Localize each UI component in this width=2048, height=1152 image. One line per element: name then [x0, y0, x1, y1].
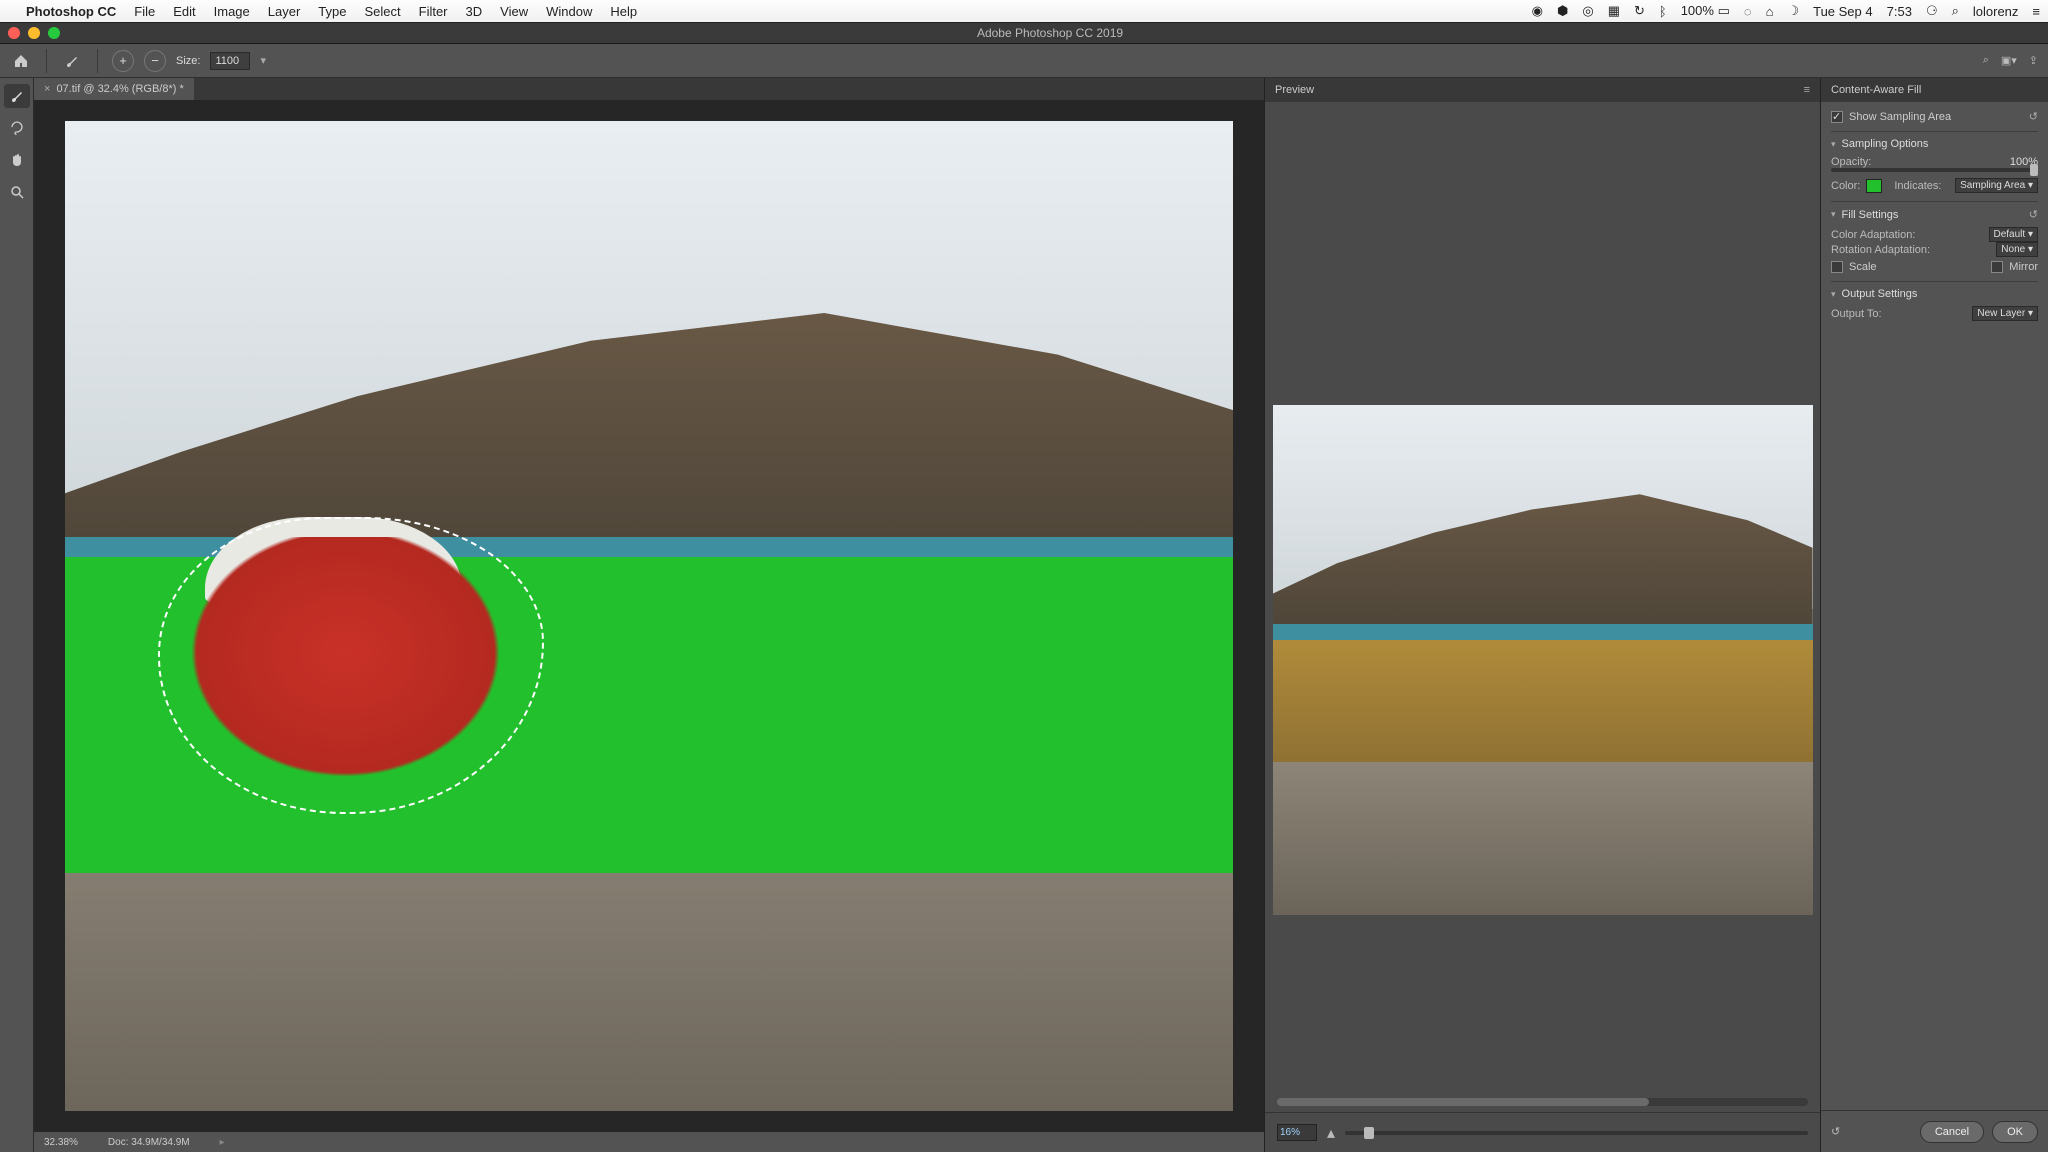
- menu-layer[interactable]: Layer: [268, 4, 301, 19]
- sampling-brush-icon[interactable]: [61, 50, 83, 72]
- subtract-mode-button[interactable]: −: [144, 50, 166, 72]
- menu-help[interactable]: Help: [610, 4, 637, 19]
- menu-type[interactable]: Type: [318, 4, 346, 19]
- window-close-button[interactable]: [8, 27, 20, 39]
- status-ps-icon[interactable]: ▦: [1608, 3, 1620, 19]
- lasso-tool[interactable]: [4, 116, 30, 140]
- home-button[interactable]: [10, 50, 32, 72]
- share-icon[interactable]: ⇪: [2029, 54, 2038, 67]
- brush-size-input[interactable]: [210, 52, 250, 70]
- window-minimize-button[interactable]: [28, 27, 40, 39]
- chevron-down-icon: ▾: [1831, 139, 1836, 150]
- preview-scrollbar[interactable]: [1277, 1098, 1808, 1106]
- window-titlebar: Adobe Photoshop CC 2019: [0, 22, 2048, 44]
- content-aware-fill-panel: Content-Aware Fill Show Sampling Area ↺ …: [1820, 78, 2048, 1152]
- sampling-reset-icon[interactable]: ↺: [2029, 110, 2038, 123]
- status-display-icon[interactable]: ◌: [1744, 4, 1752, 19]
- status-bluetooth-icon[interactable]: ᛒ: [1659, 4, 1667, 19]
- show-sampling-label: Show Sampling Area: [1849, 111, 1951, 123]
- chevron-down-icon: ▾: [1831, 289, 1836, 300]
- scale-checkbox[interactable]: [1831, 261, 1843, 273]
- show-sampling-checkbox[interactable]: [1831, 111, 1843, 123]
- preview-panel-menu-icon[interactable]: ≡: [1804, 84, 1810, 96]
- window-traffic-lights: [8, 27, 60, 39]
- document-tab-label: 07.tif @ 32.4% (RGB/8*) *: [56, 83, 183, 95]
- status-dnd-icon[interactable]: ☽: [1787, 3, 1799, 19]
- status-doc-size[interactable]: Doc: 34.9M/34.9M: [108, 1137, 190, 1148]
- output-to-label: Output To:: [1831, 308, 1882, 320]
- status-zoom[interactable]: 32.38%: [44, 1137, 78, 1148]
- sampling-brush-tool[interactable]: [4, 84, 30, 108]
- document-status-bar: 32.38% Doc: 34.9M/34.9M ▸: [34, 1132, 1264, 1152]
- menu-image[interactable]: Image: [214, 4, 250, 19]
- document-canvas[interactable]: [65, 121, 1233, 1111]
- macos-menubar: Photoshop CC File Edit Image Layer Type …: [0, 0, 2048, 22]
- status-battery[interactable]: 100% ▭: [1681, 3, 1730, 19]
- menu-edit[interactable]: Edit: [173, 4, 195, 19]
- hand-tool[interactable]: [4, 148, 30, 172]
- ok-button[interactable]: OK: [1992, 1121, 2038, 1143]
- status-date[interactable]: Tue Sep 4: [1813, 4, 1873, 19]
- status-shield-icon[interactable]: ◉: [1532, 3, 1543, 19]
- size-label: Size:: [176, 55, 200, 67]
- tools-panel: [0, 78, 34, 1152]
- opacity-label: Opacity:: [1831, 156, 1871, 168]
- status-home-icon[interactable]: ⌂: [1766, 4, 1774, 19]
- menu-select[interactable]: Select: [364, 4, 400, 19]
- caf-reset-icon[interactable]: ↺: [1831, 1125, 1840, 1138]
- app-name[interactable]: Photoshop CC: [26, 4, 116, 19]
- mirror-label: Mirror: [2009, 261, 2038, 273]
- size-dropdown-icon[interactable]: ▾: [260, 54, 266, 67]
- menu-3d[interactable]: 3D: [466, 4, 483, 19]
- color-adaptation-label: Color Adaptation:: [1831, 229, 1915, 241]
- output-settings-header[interactable]: ▾ Output Settings: [1831, 288, 2038, 300]
- chevron-down-icon: ▾: [1831, 209, 1836, 220]
- preview-panel-title: Preview: [1275, 84, 1314, 96]
- scale-label: Scale: [1849, 261, 1877, 273]
- color-label: Color:: [1831, 180, 1860, 192]
- fill-settings-header[interactable]: ▾ Fill Settings ↺: [1831, 208, 2038, 221]
- opacity-slider[interactable]: [1831, 168, 2038, 172]
- color-adaptation-dropdown[interactable]: Default ▾: [1989, 227, 2039, 242]
- rotation-adaptation-dropdown[interactable]: None ▾: [1996, 242, 2038, 257]
- indicates-dropdown[interactable]: Sampling Area ▾: [1955, 178, 2038, 193]
- workspace-switcher-icon[interactable]: ▣▾: [2001, 54, 2017, 67]
- status-sync-icon[interactable]: ↻: [1634, 3, 1645, 19]
- preview-zoom-input[interactable]: [1277, 1124, 1317, 1141]
- preview-panel: Preview ≡ ▴: [1264, 78, 1820, 1152]
- status-flyout-icon[interactable]: ▸: [220, 1137, 225, 1148]
- status-spotlight-icon[interactable]: ⌕: [1952, 3, 1959, 19]
- options-bar: + − Size: ▾ ⌕ ▣▾ ⇪: [0, 44, 2048, 78]
- output-to-dropdown[interactable]: New Layer ▾: [1972, 306, 2038, 321]
- zoom-tool[interactable]: [4, 180, 30, 204]
- status-dropbox-icon[interactable]: ⬢: [1557, 3, 1568, 19]
- sampling-color-swatch[interactable]: [1866, 179, 1882, 193]
- cancel-button[interactable]: Cancel: [1920, 1121, 1984, 1143]
- window-title: Adobe Photoshop CC 2019: [977, 26, 1123, 40]
- status-wifi-icon[interactable]: ⚆: [1926, 3, 1938, 19]
- status-cc-icon[interactable]: ◎: [1582, 3, 1593, 19]
- status-menu-icon[interactable]: ≡: [2032, 4, 2040, 19]
- preview-image[interactable]: [1273, 405, 1813, 915]
- search-icon[interactable]: ⌕: [1983, 54, 1989, 67]
- add-mode-button[interactable]: +: [112, 50, 134, 72]
- fill-reset-icon[interactable]: ↺: [2029, 208, 2038, 221]
- caf-panel-title: Content-Aware Fill: [1831, 84, 1921, 96]
- indicates-label: Indicates:: [1894, 180, 1941, 192]
- document-tab[interactable]: × 07.tif @ 32.4% (RGB/8*) *: [34, 78, 194, 100]
- status-time[interactable]: 7:53: [1887, 4, 1912, 19]
- tab-close-icon[interactable]: ×: [44, 83, 50, 95]
- status-user[interactable]: lolorenz: [1973, 4, 2019, 19]
- window-maximize-button[interactable]: [48, 27, 60, 39]
- menu-filter[interactable]: Filter: [419, 4, 448, 19]
- rotation-adaptation-label: Rotation Adaptation:: [1831, 244, 1930, 256]
- menu-file[interactable]: File: [134, 4, 155, 19]
- preview-zoom-out-icon[interactable]: ▴: [1327, 1123, 1335, 1143]
- mirror-checkbox[interactable]: [1991, 261, 2003, 273]
- sampling-options-header[interactable]: ▾ Sampling Options: [1831, 138, 2038, 150]
- menu-window[interactable]: Window: [546, 4, 592, 19]
- preview-zoom-slider[interactable]: [1345, 1131, 1808, 1135]
- menu-view[interactable]: View: [500, 4, 528, 19]
- document-tab-strip: × 07.tif @ 32.4% (RGB/8*) *: [34, 78, 1264, 100]
